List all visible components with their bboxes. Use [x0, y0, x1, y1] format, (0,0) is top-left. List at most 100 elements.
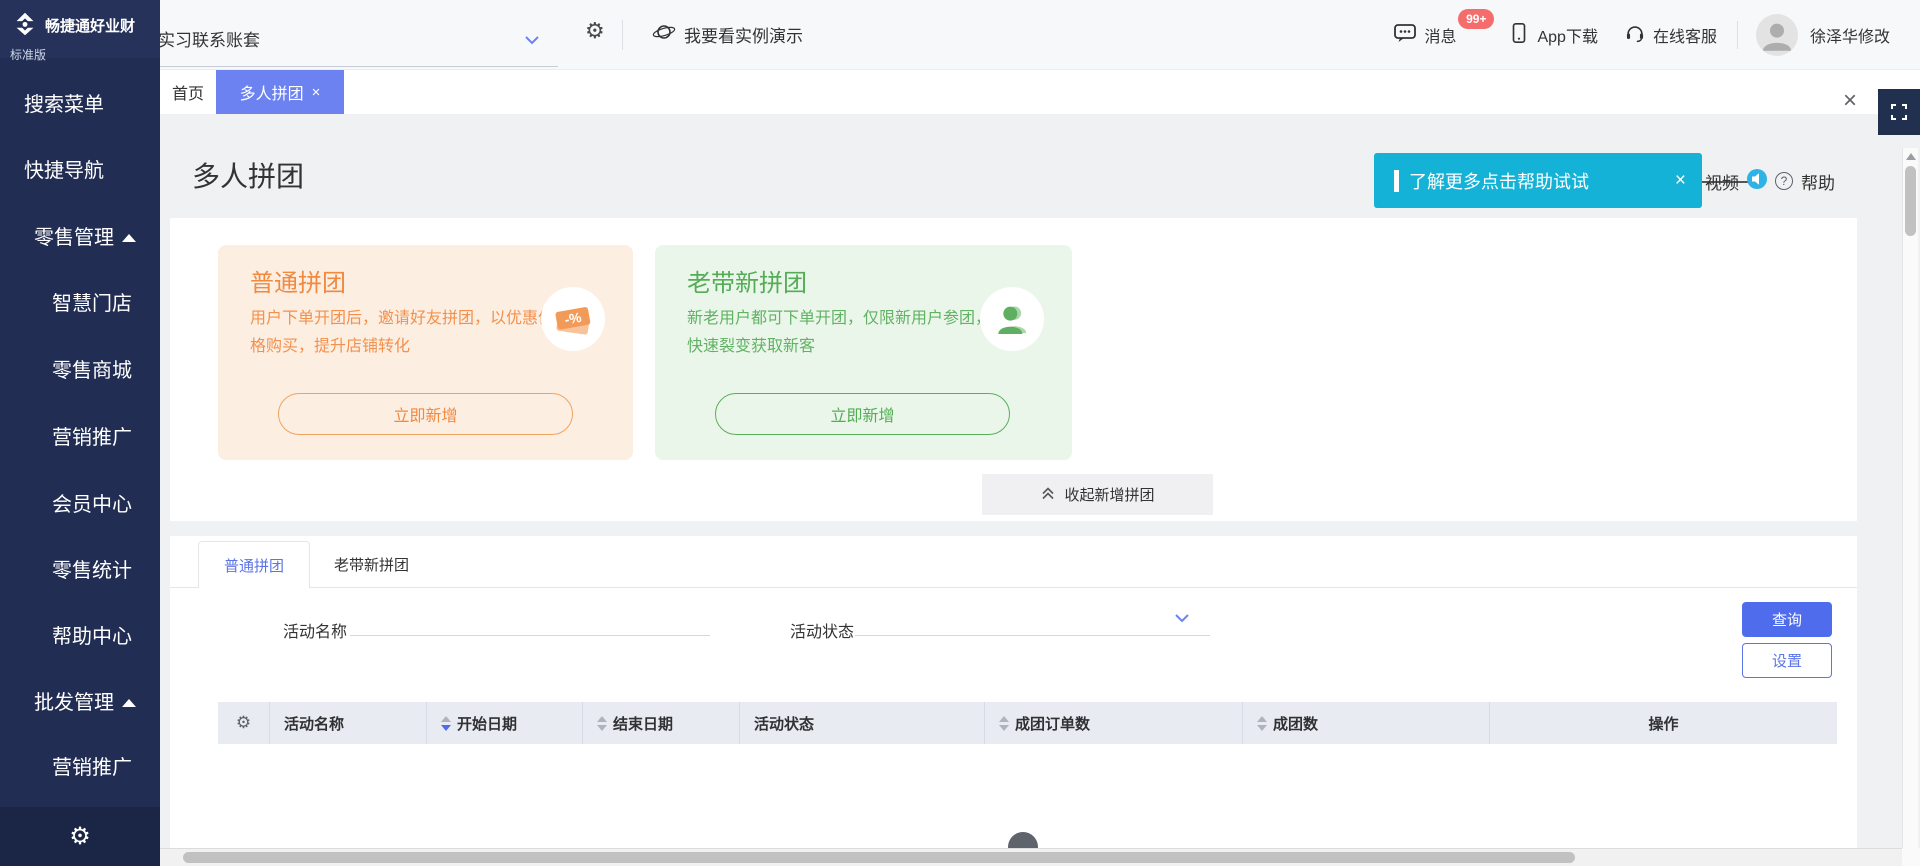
add-normal-group-button[interactable]: 立即新增: [278, 393, 573, 435]
activity-name-label: 活动名称: [283, 624, 348, 641]
coupon-icon: -%: [541, 287, 605, 351]
username[interactable]: 徐泽华修改: [1810, 23, 1890, 47]
brand-name: 畅捷通好业财: [45, 18, 136, 35]
col-group-orders[interactable]: 成团订单数: [985, 702, 1243, 744]
promo-card-desc: 新老用户都可下单开团，仅限新用户参团，快速裂变获取新客: [687, 310, 992, 355]
sidebar-footer: ⚙: [0, 807, 160, 866]
activity-name-input[interactable]: [350, 602, 710, 636]
messages-badge: 99+: [1458, 8, 1495, 29]
sidebar-item-help-center[interactable]: 帮助中心: [52, 622, 132, 652]
banner-accent-bar: [1394, 169, 1399, 192]
divider: [1736, 21, 1738, 49]
tab-normal-group[interactable]: 普通拼团: [198, 541, 310, 588]
demo-link-label: 我要看实例演示: [684, 26, 803, 46]
add-referral-group-button[interactable]: 立即新增: [715, 393, 1010, 435]
sort-icon[interactable]: [1257, 715, 1267, 731]
person-icon: [980, 287, 1044, 351]
sidebar-item-quick-nav[interactable]: 快捷导航: [24, 156, 104, 186]
tab-home[interactable]: 首页: [160, 70, 216, 114]
page-title: 多人拼团: [192, 161, 305, 192]
messages-button[interactable]: 消息 99+: [1393, 8, 1495, 50]
sidebar: 畅捷通好业财 标准版 搜索菜单 快捷导航 零售管理 智慧门店 零售商城 营销推广…: [0, 0, 160, 866]
collapse-button-label: 收起新增拼团: [1064, 487, 1155, 504]
gear-icon[interactable]: ⚙: [585, 18, 605, 44]
settings-gear-icon[interactable]: ⚙: [69, 822, 91, 851]
horizontal-scrollbar-thumb[interactable]: [183, 852, 1575, 863]
col-label: 成团订单数: [1015, 715, 1091, 733]
app-download-label: App下载: [1537, 29, 1598, 46]
list-panel: 普通拼团 老带新拼团 活动名称 活动状态 查询 设置 ⚙ 活动名称 开始日期 结…: [170, 536, 1857, 866]
chevron-down-icon: [524, 32, 540, 53]
sidebar-item-marketing-wholesale[interactable]: 营销推广: [52, 753, 132, 783]
video-help-toolbar: 视频 ? 帮助: [1705, 168, 1835, 194]
collapse-new-group-button[interactable]: 收起新增拼团: [982, 474, 1213, 515]
svg-text:-%: -%: [563, 310, 582, 328]
sidebar-item-retail-stats[interactable]: 零售统计: [52, 556, 132, 586]
vertical-scrollbar-thumb[interactable]: [1905, 166, 1916, 236]
vertical-scrollbar[interactable]: [1902, 148, 1918, 848]
sidebar-item-smart-store[interactable]: 智慧门店: [52, 289, 132, 319]
account-select[interactable]: 实习联系账套: [158, 20, 558, 67]
tab-multi-group-label: 多人拼团: [239, 86, 304, 103]
phone-icon: [1508, 22, 1530, 49]
brand-logo-icon: [10, 8, 40, 43]
tab-multi-group[interactable]: 多人拼团 ×: [216, 70, 344, 114]
promo-card-title: 老带新拼团: [687, 270, 807, 297]
video-link[interactable]: 视频: [1705, 169, 1739, 194]
col-label: 活动状态: [754, 715, 815, 733]
activity-status-select[interactable]: [855, 602, 1210, 636]
help-link[interactable]: 帮助: [1801, 169, 1835, 194]
banner-text: 了解更多点击帮助试试: [1409, 171, 1589, 192]
settings-button[interactable]: 设置: [1742, 643, 1832, 678]
column-settings-gear-icon[interactable]: ⚙: [218, 702, 270, 744]
fullscreen-button[interactable]: [1878, 89, 1920, 135]
fullscreen-icon: [1891, 104, 1907, 120]
avatar[interactable]: [1755, 14, 1798, 56]
promo-card-normal-group: 普通拼团 用户下单开团后，邀请好友拼团，以优惠价格购买，提升店铺转化 -% 立即…: [218, 245, 633, 460]
col-actions: 操作: [1490, 702, 1837, 744]
double-chevron-up-icon: [1040, 485, 1056, 505]
online-support-button[interactable]: 在线客服: [1624, 22, 1717, 49]
col-activity-status: 活动状态: [740, 702, 985, 744]
col-label: 开始日期: [457, 715, 518, 733]
triangle-up-icon: [122, 699, 136, 707]
chevron-down-icon: [1174, 610, 1190, 631]
scroll-up-arrow[interactable]: [1906, 153, 1916, 160]
sidebar-group-wholesale[interactable]: 批发管理: [34, 688, 114, 718]
horizontal-scrollbar[interactable]: [160, 848, 1902, 866]
divider: [622, 20, 623, 50]
logo-box: 畅捷通好业财 标准版: [0, 0, 160, 62]
planet-icon: [652, 20, 676, 49]
col-group-count[interactable]: 成团数: [1243, 702, 1490, 744]
app-download-button[interactable]: App下载: [1508, 22, 1598, 49]
topbar: 实习联系账套 ⚙ 我要看实例演示 消息 99+ App下载 在线客服 徐泽华修改: [158, 0, 1920, 70]
sidebar-item-member-center[interactable]: 会员中心: [52, 490, 132, 520]
col-end-date[interactable]: 结束日期: [583, 702, 740, 744]
col-label: 操作: [1648, 715, 1679, 733]
sidebar-item-marketing[interactable]: 营销推广: [52, 423, 132, 453]
banner-close-icon[interactable]: ×: [1675, 170, 1686, 192]
online-support-label: 在线客服: [1652, 29, 1717, 46]
sidebar-group-retail[interactable]: 零售管理: [34, 223, 114, 253]
sidebar-item-retail-mall[interactable]: 零售商城: [52, 356, 132, 386]
sort-icon[interactable]: [441, 715, 451, 731]
close-icon[interactable]: ×: [1843, 89, 1857, 113]
triangle-up-icon: [122, 234, 136, 242]
query-button[interactable]: 查询: [1742, 602, 1832, 637]
topbar-right-group: 消息 99+ App下载 在线客服 徐泽华修改: [1393, 0, 1890, 70]
sort-icon[interactable]: [597, 715, 607, 731]
col-label: 结束日期: [613, 715, 674, 733]
video-icon[interactable]: [1747, 168, 1767, 194]
message-bubble-icon: [1393, 21, 1417, 50]
tab-referral-group[interactable]: 老带新拼团: [322, 541, 421, 588]
messages-label: 消息: [1424, 29, 1457, 46]
question-icon[interactable]: ?: [1775, 172, 1793, 190]
col-start-date[interactable]: 开始日期: [427, 702, 583, 744]
col-activity-name: 活动名称: [270, 702, 427, 744]
demo-link[interactable]: 我要看实例演示: [652, 20, 803, 48]
list-tabs: 普通拼团 老带新拼团: [170, 541, 1857, 588]
sidebar-item-search-menu[interactable]: 搜索菜单: [24, 90, 104, 120]
sort-icon[interactable]: [999, 715, 1009, 731]
edition-label: 标准版: [10, 48, 47, 62]
tab-close-icon[interactable]: ×: [312, 84, 321, 101]
